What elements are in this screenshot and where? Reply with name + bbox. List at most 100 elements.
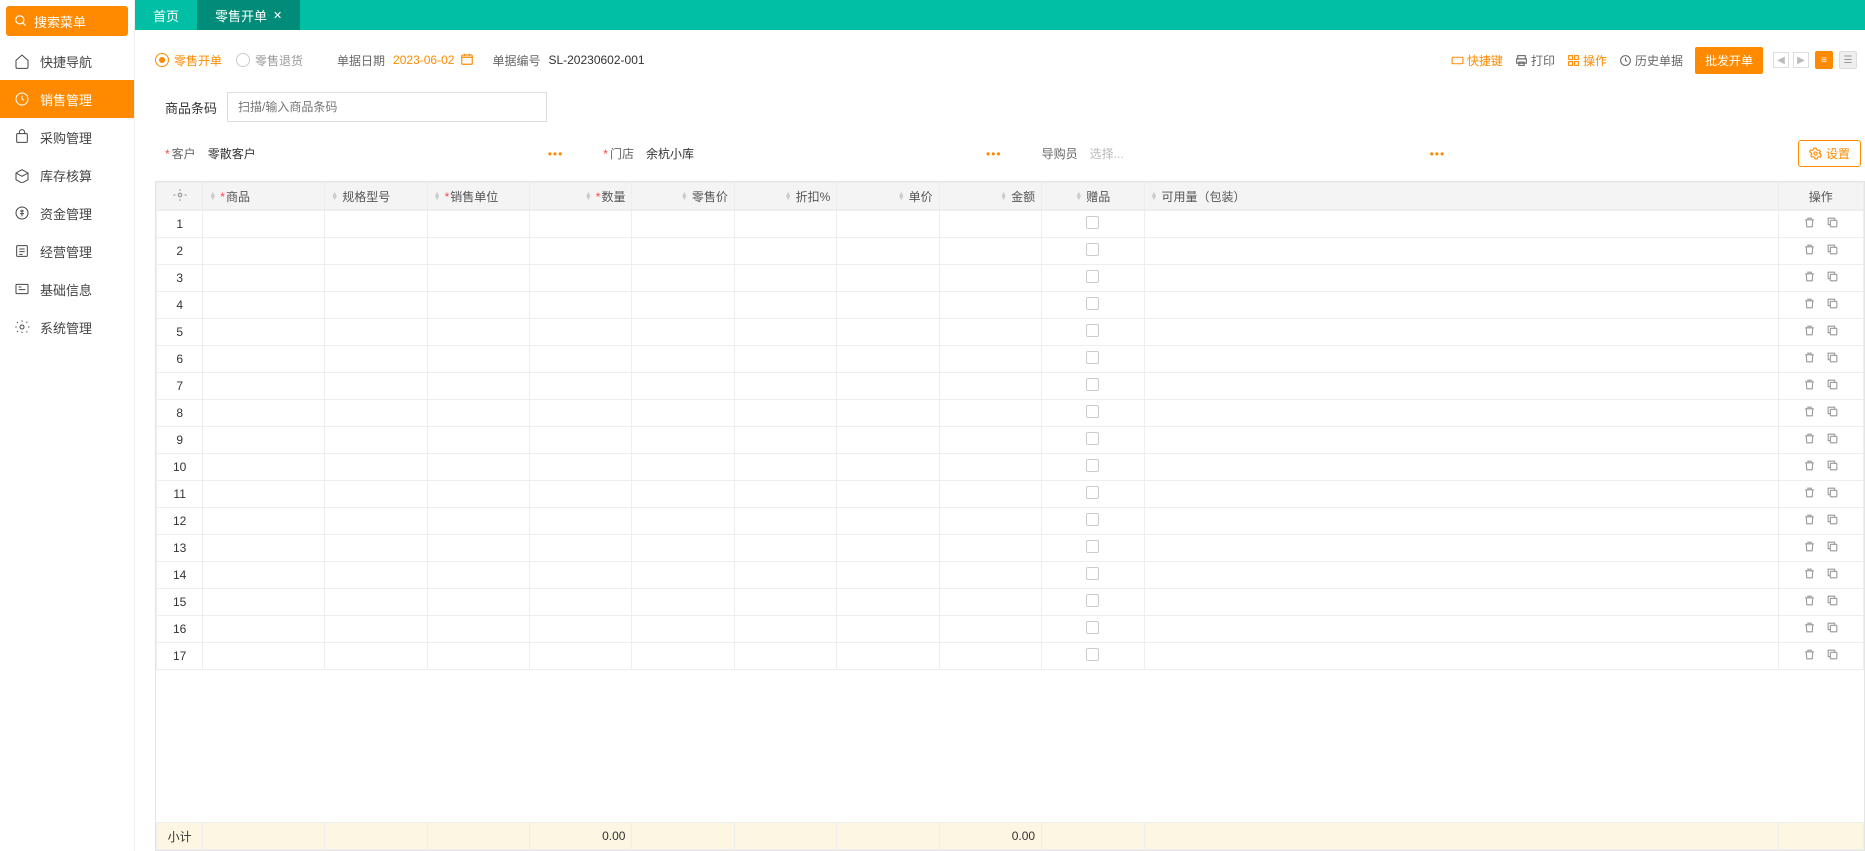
nav-purchase[interactable]: 采购管理 [0, 118, 134, 156]
nav-quick[interactable]: 快捷导航 [0, 42, 134, 80]
table-row[interactable]: 13 [157, 535, 1864, 562]
copy-row-icon[interactable] [1826, 540, 1839, 556]
gift-checkbox[interactable] [1086, 405, 1099, 418]
col-unit-price[interactable]: ▲▼单价 [837, 183, 939, 210]
table-row[interactable]: 2 [157, 238, 1864, 265]
gift-checkbox[interactable] [1086, 216, 1099, 229]
history-button[interactable]: 历史单据 [1619, 52, 1683, 69]
col-settings[interactable] [157, 183, 203, 210]
guide-field[interactable]: 导购员 选择... ••• [1042, 145, 1446, 162]
delete-row-icon[interactable] [1803, 459, 1816, 475]
search-menu-button[interactable]: 搜索菜单 [6, 6, 128, 36]
gift-checkbox[interactable] [1086, 243, 1099, 256]
shortcut-button[interactable]: 快捷键 [1451, 52, 1503, 69]
table-row[interactable]: 4 [157, 292, 1864, 319]
batch-order-button[interactable]: 批发开单 [1695, 47, 1763, 74]
table-row[interactable]: 7 [157, 373, 1864, 400]
col-unit[interactable]: ▲▼*销售单位 [427, 183, 529, 210]
copy-row-icon[interactable] [1826, 216, 1839, 232]
radio-retail-order[interactable]: 零售开单 [155, 52, 222, 69]
col-gift[interactable]: ▲▼赠品 [1042, 183, 1144, 210]
nav-sales[interactable]: 销售管理 [0, 80, 134, 118]
operate-button[interactable]: 操作 [1567, 52, 1607, 69]
table-row[interactable]: 10 [157, 454, 1864, 481]
barcode-input[interactable] [227, 92, 547, 122]
table-row[interactable]: 1 [157, 211, 1864, 238]
table-row[interactable]: 5 [157, 319, 1864, 346]
delete-row-icon[interactable] [1803, 324, 1816, 340]
col-qty[interactable]: ▲▼*数量 [530, 183, 632, 210]
gift-checkbox[interactable] [1086, 567, 1099, 580]
copy-row-icon[interactable] [1826, 459, 1839, 475]
table-row[interactable]: 17 [157, 643, 1864, 670]
list-view-button[interactable]: ≡ [1815, 51, 1833, 69]
doc-date-value[interactable]: 2023-06-02 [393, 53, 454, 67]
copy-row-icon[interactable] [1826, 243, 1839, 259]
more-icon[interactable]: ••• [1430, 147, 1446, 161]
gift-checkbox[interactable] [1086, 621, 1099, 634]
table-row[interactable]: 6 [157, 346, 1864, 373]
delete-row-icon[interactable] [1803, 594, 1816, 610]
copy-row-icon[interactable] [1826, 378, 1839, 394]
gift-checkbox[interactable] [1086, 486, 1099, 499]
table-row[interactable]: 12 [157, 508, 1864, 535]
more-icon[interactable]: ••• [548, 147, 564, 161]
close-icon[interactable]: ✕ [273, 9, 282, 22]
tab-home[interactable]: 首页 [135, 0, 197, 30]
nav-inventory[interactable]: 库存核算 [0, 156, 134, 194]
delete-row-icon[interactable] [1803, 216, 1816, 232]
delete-row-icon[interactable] [1803, 351, 1816, 367]
col-discount[interactable]: ▲▼折扣% [734, 183, 836, 210]
settings-button[interactable]: 设置 [1798, 140, 1861, 167]
nav-system[interactable]: 系统管理 [0, 308, 134, 346]
gift-checkbox[interactable] [1086, 432, 1099, 445]
col-retail-price[interactable]: ▲▼零售价 [632, 183, 734, 210]
delete-row-icon[interactable] [1803, 297, 1816, 313]
delete-row-icon[interactable] [1803, 378, 1816, 394]
copy-row-icon[interactable] [1826, 513, 1839, 529]
table-row[interactable]: 11 [157, 481, 1864, 508]
nav-business[interactable]: 经营管理 [0, 232, 134, 270]
delete-row-icon[interactable] [1803, 270, 1816, 286]
gift-checkbox[interactable] [1086, 270, 1099, 283]
copy-row-icon[interactable] [1826, 486, 1839, 502]
store-field[interactable]: * 门店 余杭小库 ••• [603, 145, 1001, 162]
radio-retail-return[interactable]: 零售退货 [236, 52, 303, 69]
delete-row-icon[interactable] [1803, 648, 1816, 664]
delete-row-icon[interactable] [1803, 432, 1816, 448]
copy-row-icon[interactable] [1826, 432, 1839, 448]
copy-row-icon[interactable] [1826, 405, 1839, 421]
table-row[interactable]: 8 [157, 400, 1864, 427]
table-row[interactable]: 14 [157, 562, 1864, 589]
copy-row-icon[interactable] [1826, 270, 1839, 286]
next-doc-button[interactable]: ▶ [1793, 52, 1809, 68]
nav-basic[interactable]: 基础信息 [0, 270, 134, 308]
calendar-icon[interactable] [460, 52, 474, 69]
gift-checkbox[interactable] [1086, 297, 1099, 310]
gift-checkbox[interactable] [1086, 513, 1099, 526]
copy-row-icon[interactable] [1826, 594, 1839, 610]
gift-checkbox[interactable] [1086, 540, 1099, 553]
customer-field[interactable]: * 客户 零散客户 ••• [165, 145, 563, 162]
delete-row-icon[interactable] [1803, 567, 1816, 583]
layout-button[interactable]: ☰ [1839, 51, 1857, 69]
gift-checkbox[interactable] [1086, 459, 1099, 472]
delete-row-icon[interactable] [1803, 621, 1816, 637]
more-icon[interactable]: ••• [986, 147, 1002, 161]
col-amount[interactable]: ▲▼金额 [939, 183, 1041, 210]
copy-row-icon[interactable] [1826, 324, 1839, 340]
col-available[interactable]: ▲▼可用量（包装） [1144, 183, 1778, 210]
delete-row-icon[interactable] [1803, 486, 1816, 502]
table-row[interactable]: 3 [157, 265, 1864, 292]
gift-checkbox[interactable] [1086, 594, 1099, 607]
nav-funds[interactable]: 资金管理 [0, 194, 134, 232]
prev-doc-button[interactable]: ◀ [1773, 52, 1789, 68]
delete-row-icon[interactable] [1803, 513, 1816, 529]
delete-row-icon[interactable] [1803, 540, 1816, 556]
gift-checkbox[interactable] [1086, 648, 1099, 661]
gift-checkbox[interactable] [1086, 324, 1099, 337]
table-row[interactable]: 9 [157, 427, 1864, 454]
col-product[interactable]: ▲▼*商品 [203, 183, 325, 210]
print-button[interactable]: 打印 [1515, 52, 1555, 69]
copy-row-icon[interactable] [1826, 351, 1839, 367]
